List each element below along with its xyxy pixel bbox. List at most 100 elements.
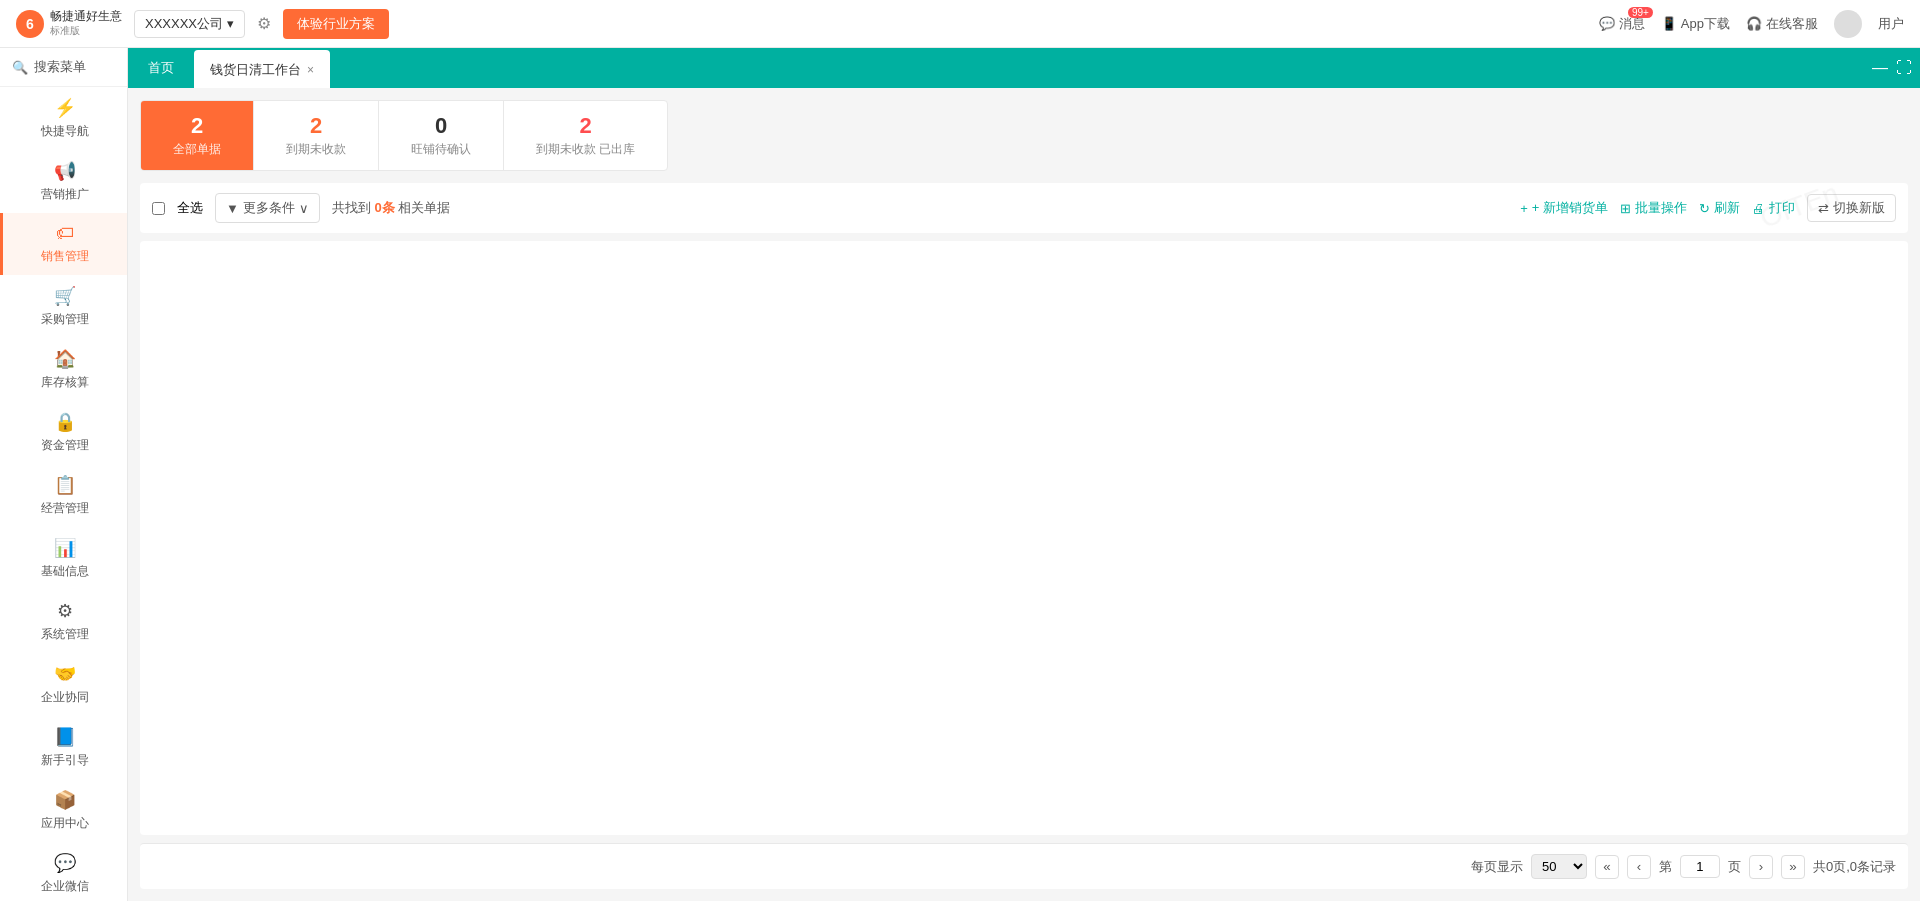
sidebar-item-operation[interactable]: 📋 经营管理 <box>0 464 127 527</box>
sidebar-item-sales[interactable]: 🏷 销售管理 <box>0 213 127 275</box>
filter-icon: ▼ <box>226 201 239 216</box>
guide-icon: 📘 <box>54 726 76 748</box>
content-area: 首页 钱货日清工作台 × — ⛶ 2 全部单据 2 到期未收款 <box>128 48 1920 901</box>
sidebar-item-guide[interactable]: 📘 新手引导 <box>0 716 127 779</box>
stat-label-pending: 旺铺待确认 <box>411 141 471 158</box>
print-icon: 🖨 <box>1752 201 1765 216</box>
base-info-icon: 📊 <box>54 537 76 559</box>
result-text: 共找到 0条 相关单据 <box>332 199 450 217</box>
select-all-checkbox[interactable] <box>152 202 165 215</box>
sidebar-label-marketing: 营销推广 <box>41 186 89 203</box>
logo-icon: 6 <box>16 10 44 38</box>
user-name[interactable]: 用户 <box>1878 15 1904 33</box>
refresh-icon: ↻ <box>1699 201 1710 216</box>
app-download-label: App下载 <box>1681 15 1730 33</box>
stat-tab-overdue[interactable]: 2 到期未收款 <box>254 101 379 170</box>
sidebar-label-quick-nav: 快捷导航 <box>41 123 89 140</box>
filter-button[interactable]: ▼ 更多条件 ∨ <box>215 193 320 223</box>
online-service-btn[interactable]: 🎧 在线客服 <box>1746 15 1818 33</box>
search-icon: 🔍 <box>12 60 28 75</box>
stat-tab-unshipped[interactable]: 2 到期未收款 已出库 <box>504 101 667 170</box>
search-menu-label: 搜索菜单 <box>34 58 86 76</box>
tab-minimize-button[interactable]: — <box>1872 59 1888 77</box>
last-page-button[interactable]: » <box>1781 855 1805 879</box>
page-content: 2 全部单据 2 到期未收款 0 旺铺待确认 2 到期未收款 已出库 <box>128 88 1920 901</box>
header-left: 6 畅捷通好生意 标准版 XXXXXX公司 ▾ ⚙ 体验行业方案 <box>16 9 389 39</box>
result-count: 0条 <box>375 200 395 215</box>
page-di-word: 第 <box>1659 858 1672 876</box>
sidebar-item-marketing[interactable]: 📢 营销推广 <box>0 150 127 213</box>
finance-icon: 🔒 <box>54 411 76 433</box>
sidebar-item-system[interactable]: ⚙ 系统管理 <box>0 590 127 653</box>
page-size-select[interactable]: 50 10 20 100 <box>1531 854 1587 879</box>
tab-workspace[interactable]: 钱货日清工作台 × <box>194 50 330 90</box>
sidebar-label-base-info: 基础信息 <box>41 563 89 580</box>
marketing-icon: 📢 <box>54 160 76 182</box>
sidebar-item-app-center[interactable]: 📦 应用中心 <box>0 779 127 842</box>
toolbar-right: + + 新增销货单 ⊞ 批量操作 ↻ 刷新 🖨 打印 <box>1520 194 1896 222</box>
purchase-icon: 🛒 <box>54 285 76 307</box>
enterprise-icon: 🤝 <box>54 663 76 685</box>
online-service-label: 在线客服 <box>1766 15 1818 33</box>
logo-area: 6 畅捷通好生意 标准版 <box>16 9 122 39</box>
batch-icon: ⊞ <box>1620 201 1631 216</box>
print-label: 打印 <box>1769 199 1795 217</box>
sidebar-item-finance[interactable]: 🔒 资金管理 <box>0 401 127 464</box>
result-suffix: 相关单据 <box>398 200 450 215</box>
result-prefix: 共找到 <box>332 200 371 215</box>
sidebar-item-inventory[interactable]: 🏠 库存核算 <box>0 338 127 401</box>
logo-title: 畅捷通好生意 <box>50 9 122 25</box>
tab-maximize-button[interactable]: ⛶ <box>1896 59 1912 77</box>
sidebar-label-guide: 新手引导 <box>41 752 89 769</box>
sidebar-item-enterprise[interactable]: 🤝 企业协同 <box>0 653 127 716</box>
sidebar-item-purchase[interactable]: 🛒 采购管理 <box>0 275 127 338</box>
message-btn[interactable]: 💬 消息 99+ <box>1599 15 1645 33</box>
filter-chevron-icon: ∨ <box>299 201 309 216</box>
sidebar-label-wechat: 企业微信 <box>41 878 89 895</box>
tab-bar: 首页 钱货日清工作台 × — ⛶ <box>128 48 1920 88</box>
logo-text-block: 畅捷通好生意 标准版 <box>50 9 122 39</box>
main-layout: 🔍 搜索菜单 ⚡ 快捷导航 📢 营销推广 🏷 销售管理 🛒 采购管理 🏠 库存核… <box>0 48 1920 901</box>
app-center-icon: 📦 <box>54 789 76 811</box>
stat-num-pending: 0 <box>411 113 471 139</box>
sidebar-label-finance: 资金管理 <box>41 437 89 454</box>
next-page-button[interactable]: › <box>1749 855 1773 879</box>
sidebar-item-wechat[interactable]: 💬 企业微信 <box>0 842 127 901</box>
settings-icon[interactable]: ⚙ <box>257 14 271 33</box>
message-badge: 99+ <box>1628 7 1653 18</box>
sidebar-label-app-center: 应用中心 <box>41 815 89 832</box>
top-header: 6 畅捷通好生意 标准版 XXXXXX公司 ▾ ⚙ 体验行业方案 💬 消息 99… <box>0 0 1920 48</box>
search-menu[interactable]: 🔍 搜索菜单 <box>0 48 127 87</box>
company-selector[interactable]: XXXXXX公司 ▾ <box>134 10 245 38</box>
print-button[interactable]: 🖨 打印 <box>1752 199 1795 217</box>
tab-workspace-label: 钱货日清工作台 <box>210 61 301 79</box>
operation-icon: 📋 <box>54 474 76 496</box>
phone-icon: 📱 <box>1661 16 1677 31</box>
prev-page-button[interactable]: ‹ <box>1627 855 1651 879</box>
add-sales-order-button[interactable]: + + 新增销货单 <box>1520 199 1608 217</box>
quick-nav-icon: ⚡ <box>54 97 76 119</box>
stat-tab-all[interactable]: 2 全部单据 <box>141 101 254 170</box>
sidebar-item-base-info[interactable]: 📊 基础信息 <box>0 527 127 590</box>
sidebar-label-system: 系统管理 <box>41 626 89 643</box>
trial-button[interactable]: 体验行业方案 <box>283 9 389 39</box>
tab-home[interactable]: 首页 <box>128 48 194 88</box>
add-btn-label: + 新增销货单 <box>1532 199 1608 217</box>
headset-icon: 🎧 <box>1746 16 1762 31</box>
tab-close-icon[interactable]: × <box>307 63 314 77</box>
switch-version-button[interactable]: ⇄ 切换新版 <box>1807 194 1896 222</box>
app-download-btn[interactable]: 📱 App下载 <box>1661 15 1730 33</box>
batch-operation-button[interactable]: ⊞ 批量操作 <box>1620 199 1687 217</box>
sidebar-item-quick-nav[interactable]: ⚡ 快捷导航 <box>0 87 127 150</box>
stat-label-unshipped: 到期未收款 已出库 <box>536 141 635 158</box>
sidebar-label-purchase: 采购管理 <box>41 311 89 328</box>
chevron-down-icon: ▾ <box>227 16 234 31</box>
stat-tab-pending[interactable]: 0 旺铺待确认 <box>379 101 504 170</box>
plus-icon: + <box>1520 201 1528 216</box>
page-number-input[interactable] <box>1680 855 1720 878</box>
sales-icon: 🏷 <box>56 223 74 244</box>
page-total: 共0页,0条记录 <box>1813 858 1896 876</box>
refresh-button[interactable]: ↻ 刷新 <box>1699 199 1740 217</box>
first-page-button[interactable]: « <box>1595 855 1619 879</box>
avatar[interactable] <box>1834 10 1862 38</box>
